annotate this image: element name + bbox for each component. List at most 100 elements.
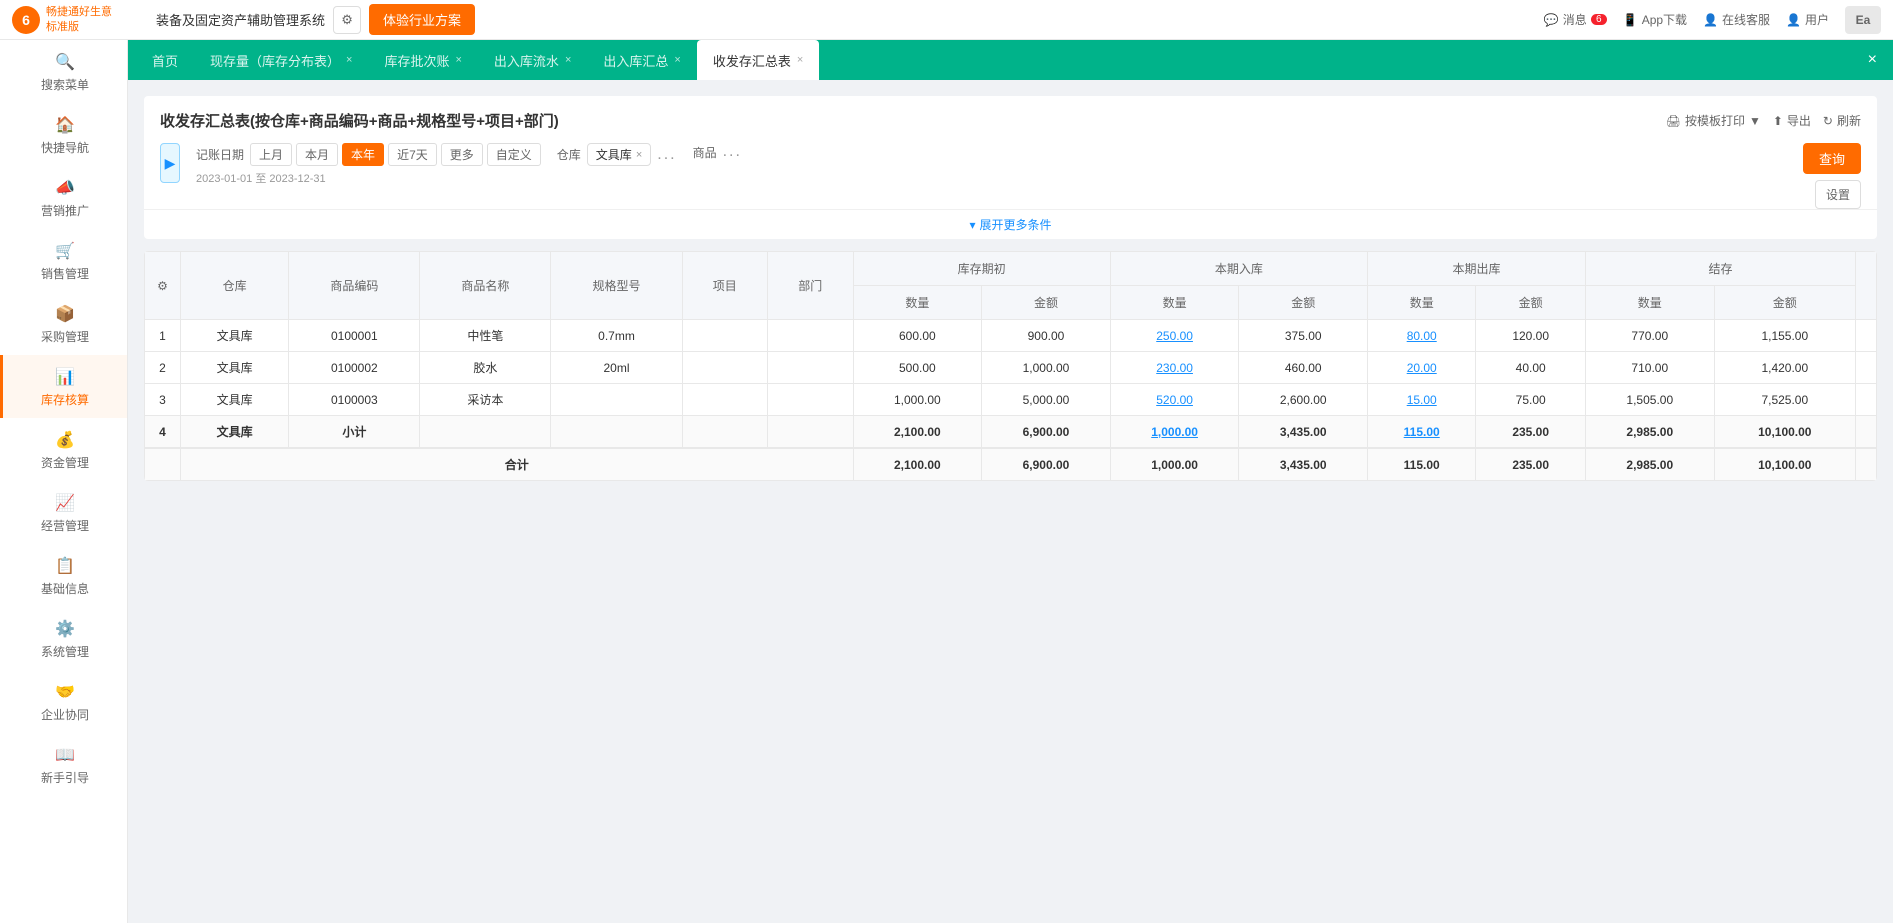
sidebar-item-label-enterprise: 企业协同 [41, 706, 89, 723]
table-header-row-1: ⚙ 仓库 商品编码 商品名称 规格型号 项目 部门 库存期初 本期入库 本期出库 [145, 252, 1877, 286]
nav-tab-receive-summary-close[interactable]: × [797, 54, 803, 66]
subtotal-empty4 [768, 416, 854, 449]
sidebar-item-label-quick-nav: 快捷导航 [41, 139, 89, 156]
export-btn[interactable]: ⬆ 导出 [1773, 112, 1811, 129]
col-opening-group: 库存期初 [853, 252, 1110, 286]
total-label: 合计 [181, 448, 854, 481]
col-opening-qty: 数量 [853, 286, 982, 320]
warehouse-more-dots[interactable]: ... [657, 146, 676, 164]
print-btn[interactable]: 🖨 按模板打印 ▼ [1666, 112, 1761, 129]
nav-tab-inventory-dist-close[interactable]: × [346, 54, 352, 66]
sidebar-item-system[interactable]: ⚙️ 系统管理 [0, 607, 127, 670]
system-name: 装备及固定资产辅助管理系统 [156, 10, 325, 29]
col-extra [1856, 252, 1877, 320]
table-body: 1 文具库 0100001 中性笔 0.7mm 600.00 900.00 25… [145, 320, 1877, 449]
subtotal-close-qty: 2,985.00 [1585, 416, 1714, 449]
message-label: 消息 [1563, 11, 1587, 28]
online-service-btn[interactable]: 👤 在线客服 [1703, 11, 1770, 28]
user-btn[interactable]: 👤 用户 [1786, 11, 1829, 28]
row-3-extra [1856, 384, 1877, 416]
nav-tab-inventory-dist[interactable]: 现存量（库存分布表） × [194, 40, 368, 80]
settings-btn[interactable]: 设置 [1815, 180, 1861, 209]
warehouse-filter: 仓库 文具库 × ... [557, 143, 677, 166]
logo-icon: 6 [12, 6, 40, 34]
subtotal-in-qty[interactable]: 1,000.00 [1110, 416, 1239, 449]
app-container: 6 畅捷通好生意 标准版 装备及固定资产辅助管理系统 ⚙ 体验行业方案 💬 消息… [0, 0, 1893, 923]
sidebar-item-enterprise[interactable]: 🤝 企业协同 [0, 670, 127, 733]
nav-tab-inout-summary[interactable]: 出入库汇总 × [587, 40, 696, 80]
user-avatar[interactable]: Ea [1845, 6, 1881, 34]
col-closing-qty: 数量 [1585, 286, 1714, 320]
nav-tab-receive-summary[interactable]: 收发存汇总表 × [697, 40, 819, 80]
col-settings[interactable]: ⚙ [145, 252, 181, 320]
sidebar-item-marketing[interactable]: 📣 营销推广 [0, 166, 127, 229]
subtotal-out-qty[interactable]: 115.00 [1368, 416, 1476, 449]
row-3-out-qty[interactable]: 15.00 [1368, 384, 1476, 416]
collapse-btn[interactable]: ▶ [160, 143, 180, 183]
row-1-close-qty: 770.00 [1585, 320, 1714, 352]
sidebar-item-search[interactable]: 🔍 搜索菜单 [0, 40, 127, 103]
nav-tab-home[interactable]: 首页 [136, 40, 194, 80]
row-2-close-amt: 1,420.00 [1714, 352, 1855, 384]
nav-tab-batch-ledger[interactable]: 库存批次账 × [368, 40, 477, 80]
sidebar-item-sales[interactable]: 🛒 销售管理 [0, 229, 127, 292]
sidebar-item-basic-info[interactable]: 📋 基础信息 [0, 544, 127, 607]
page-content: 收发存汇总表(按仓库+商品编码+商品+规格型号+项目+部门) 🖨 按模板打印 ▼… [128, 80, 1893, 923]
page-title: 收发存汇总表(按仓库+商品编码+商品+规格型号+项目+部门) [160, 110, 1666, 131]
query-btn[interactable]: 查询 [1803, 143, 1861, 174]
sidebar-item-purchase[interactable]: 📦 采购管理 [0, 292, 127, 355]
operations-icon: 📈 [55, 493, 75, 513]
message-btn[interactable]: 💬 消息 6 [1544, 11, 1607, 28]
nav-tab-batch-ledger-close[interactable]: × [455, 54, 461, 66]
subtotal-empty1 [420, 416, 551, 449]
nav-tab-inout-summary-close[interactable]: × [674, 54, 680, 66]
total-out-qty: 115.00 [1368, 448, 1476, 481]
row-2-close-qty: 710.00 [1585, 352, 1714, 384]
sidebar-item-inventory[interactable]: 📊 库存核算 [0, 355, 127, 418]
row-2-goods-name: 胶水 [420, 352, 551, 384]
row-2-out-qty[interactable]: 20.00 [1368, 352, 1476, 384]
row-3-in-amt: 2,600.00 [1239, 384, 1368, 416]
app-download-btn[interactable]: 📱 App下载 [1623, 11, 1687, 28]
row-3-in-qty[interactable]: 520.00 [1110, 384, 1239, 416]
col-goods-spec: 规格型号 [551, 252, 682, 320]
sales-icon: 🛒 [55, 241, 75, 261]
col-closing-amt: 金额 [1714, 286, 1855, 320]
goods-more-dots[interactable]: ... [723, 143, 742, 161]
date-btn-7days[interactable]: 近7天 [388, 143, 437, 166]
nav-close-all[interactable]: × [1860, 47, 1885, 73]
date-btn-more[interactable]: 更多 [441, 143, 483, 166]
expand-more-btn[interactable]: ▾ 展开更多条件 [144, 209, 1877, 239]
sidebar-item-label-basic-info: 基础信息 [41, 580, 89, 597]
sidebar-item-label-finance: 资金管理 [41, 454, 89, 471]
settings-button[interactable]: ⚙ [333, 6, 361, 34]
sidebar-item-guide[interactable]: 📖 新手引导 [0, 733, 127, 796]
row-1-department [768, 320, 854, 352]
subtotal-empty2 [551, 416, 682, 449]
row-1-in-qty[interactable]: 250.00 [1110, 320, 1239, 352]
date-btn-this-month[interactable]: 本月 [296, 143, 338, 166]
refresh-btn[interactable]: ↻ 刷新 [1823, 112, 1861, 129]
sidebar-item-operations[interactable]: 📈 经营管理 [0, 481, 127, 544]
guide-icon: 📖 [55, 745, 75, 765]
row-1-extra [1856, 320, 1877, 352]
subtotal-warehouse: 文具库 [181, 416, 289, 449]
nav-tab-inout-flow-close[interactable]: × [565, 54, 571, 66]
system-icon: ⚙️ [55, 619, 75, 639]
row-2-department [768, 352, 854, 384]
date-btn-this-year[interactable]: 本年 [342, 143, 384, 166]
warehouse-tag-name: 文具库 [596, 146, 632, 163]
experience-btn[interactable]: 体验行业方案 [369, 4, 475, 35]
row-1-out-amt: 120.00 [1476, 320, 1586, 352]
date-btn-last-month[interactable]: 上月 [250, 143, 292, 166]
sidebar-item-finance[interactable]: 💰 资金管理 [0, 418, 127, 481]
inventory-icon: 📊 [55, 367, 75, 387]
sidebar-item-quick-nav[interactable]: 🏠 快捷导航 [0, 103, 127, 166]
warehouse-tag-close[interactable]: × [636, 149, 642, 161]
warehouse-label: 仓库 [557, 146, 581, 163]
nav-tab-inout-flow[interactable]: 出入库流水 × [478, 40, 587, 80]
date-btn-custom[interactable]: 自定义 [487, 143, 541, 166]
row-1-out-qty[interactable]: 80.00 [1368, 320, 1476, 352]
sidebar-item-label-marketing: 营销推广 [41, 202, 89, 219]
row-2-in-qty[interactable]: 230.00 [1110, 352, 1239, 384]
